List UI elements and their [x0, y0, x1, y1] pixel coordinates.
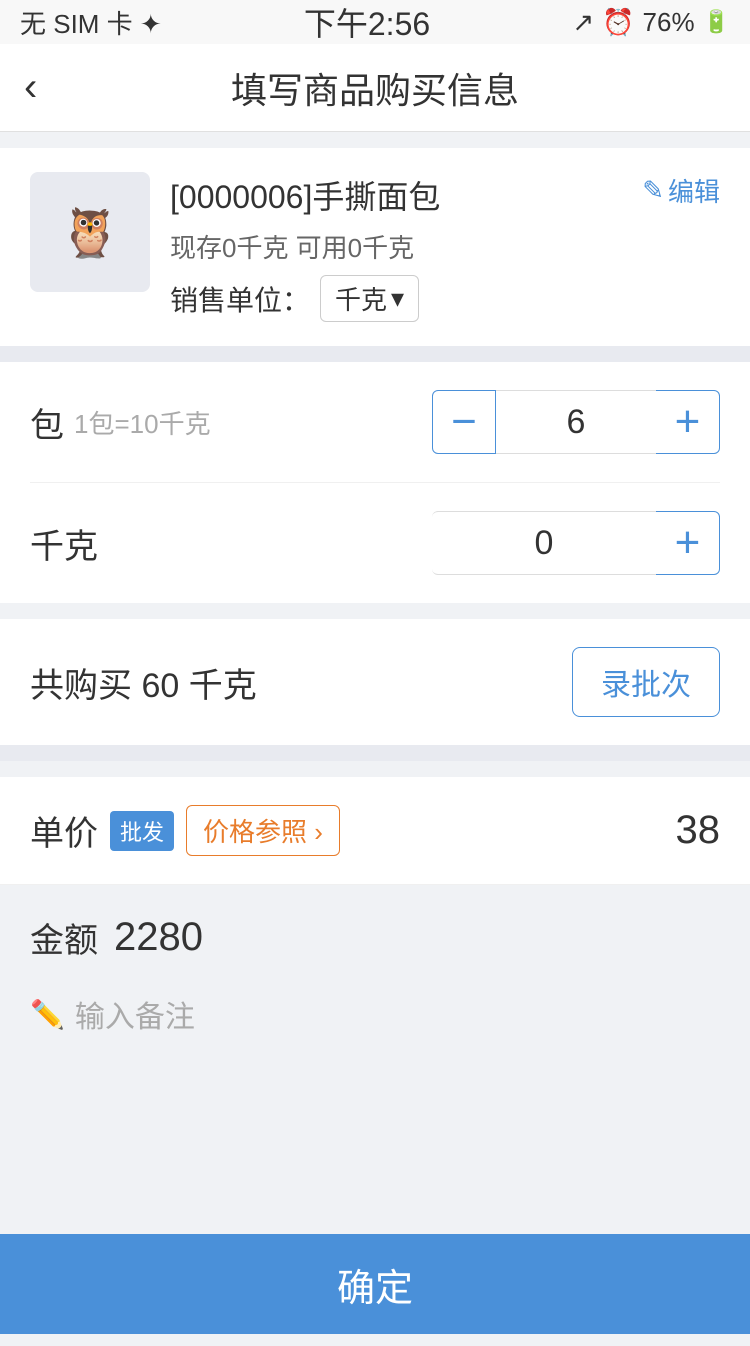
product-card: 🦉 [0000006]手撕面包 现存0千克 可用0千克 销售单位： 千克 ▾ ✎…: [0, 148, 750, 346]
remark-row[interactable]: ✏️ 输入备注: [30, 982, 720, 1046]
product-logo: 🦉: [60, 204, 120, 261]
no-sim-label: 无 SIM 卡 ✦: [20, 4, 162, 41]
kg-quantity-input[interactable]: [432, 511, 656, 575]
battery-label: 76%: [643, 7, 695, 38]
input-section: 包 1包=10千克 − + 千克 +: [0, 362, 750, 603]
total-label: 共购买 60 千克: [30, 658, 257, 707]
price-row: 单价 批发 价格参照 › 38: [30, 805, 720, 856]
unit-select[interactable]: 千克 ▾: [320, 275, 419, 322]
location-icon: ↗: [572, 7, 594, 38]
product-unit-row: 销售单位： 千克 ▾: [170, 275, 622, 322]
bag-increment-button[interactable]: +: [656, 390, 720, 454]
nav-bar: ‹ 填写商品购买信息: [0, 44, 750, 132]
kg-label: 千克: [30, 519, 98, 568]
product-name: [0000006]手撕面包: [170, 172, 622, 218]
price-label: 单价: [30, 806, 98, 855]
bag-hint: 1包=10千克: [74, 404, 211, 441]
page-title: 填写商品购买信息: [231, 62, 519, 114]
bag-input-row: 包 1包=10千克 − +: [30, 362, 720, 483]
divider-1: [0, 346, 750, 362]
bag-quantity-input[interactable]: [496, 390, 656, 454]
unit-label: 销售单位：: [170, 279, 310, 319]
divider-2: [0, 745, 750, 761]
batch-tag: 批发: [110, 811, 174, 851]
pencil-icon: ✏️: [30, 998, 65, 1031]
total-row: 共购买 60 千克 录批次: [0, 619, 750, 745]
price-section: 单价 批发 价格参照 › 38: [0, 777, 750, 885]
kg-increment-button[interactable]: +: [656, 511, 720, 575]
alarm-icon: ⏰: [602, 7, 634, 38]
amount-value: 2280: [114, 915, 203, 960]
edit-button[interactable]: ✎ 编辑: [642, 172, 720, 209]
price-value: 38: [676, 808, 721, 853]
bag-input-control: − +: [432, 390, 720, 454]
batch-button[interactable]: 录批次: [572, 647, 720, 717]
battery-icon: 🔋: [703, 9, 730, 35]
amount-section: 金额 2280 ✏️ 输入备注: [0, 885, 750, 1046]
amount-label: 金额: [30, 913, 98, 962]
status-right: ↗ ⏰ 76% 🔋: [572, 7, 730, 38]
bag-label: 包: [30, 398, 64, 447]
back-button[interactable]: ‹: [24, 65, 37, 110]
kg-input-control: +: [432, 511, 720, 575]
status-left: 无 SIM 卡 ✦: [20, 4, 162, 41]
chevron-down-icon: ▾: [391, 283, 404, 314]
status-time: 下午2:56: [304, 0, 430, 45]
kg-input-row: 千克 +: [30, 483, 720, 603]
status-bar: 无 SIM 卡 ✦ 下午2:56 ↗ ⏰ 76% 🔋: [0, 0, 750, 44]
product-thumbnail: 🦉: [30, 172, 150, 292]
edit-icon: ✎: [642, 175, 664, 206]
remark-placeholder: 输入备注: [75, 992, 195, 1036]
product-card-right: ✎ 编辑: [642, 172, 720, 209]
confirm-button[interactable]: 确定: [0, 1234, 750, 1334]
product-info: [0000006]手撕面包 现存0千克 可用0千克 销售单位： 千克 ▾: [170, 172, 622, 322]
product-stock: 现存0千克 可用0千克: [170, 228, 622, 265]
amount-row: 金额 2280: [30, 913, 720, 962]
price-reference-button[interactable]: 价格参照 ›: [186, 805, 340, 856]
bag-decrement-button[interactable]: −: [432, 390, 496, 454]
price-left: 单价 批发 价格参照 ›: [30, 805, 340, 856]
